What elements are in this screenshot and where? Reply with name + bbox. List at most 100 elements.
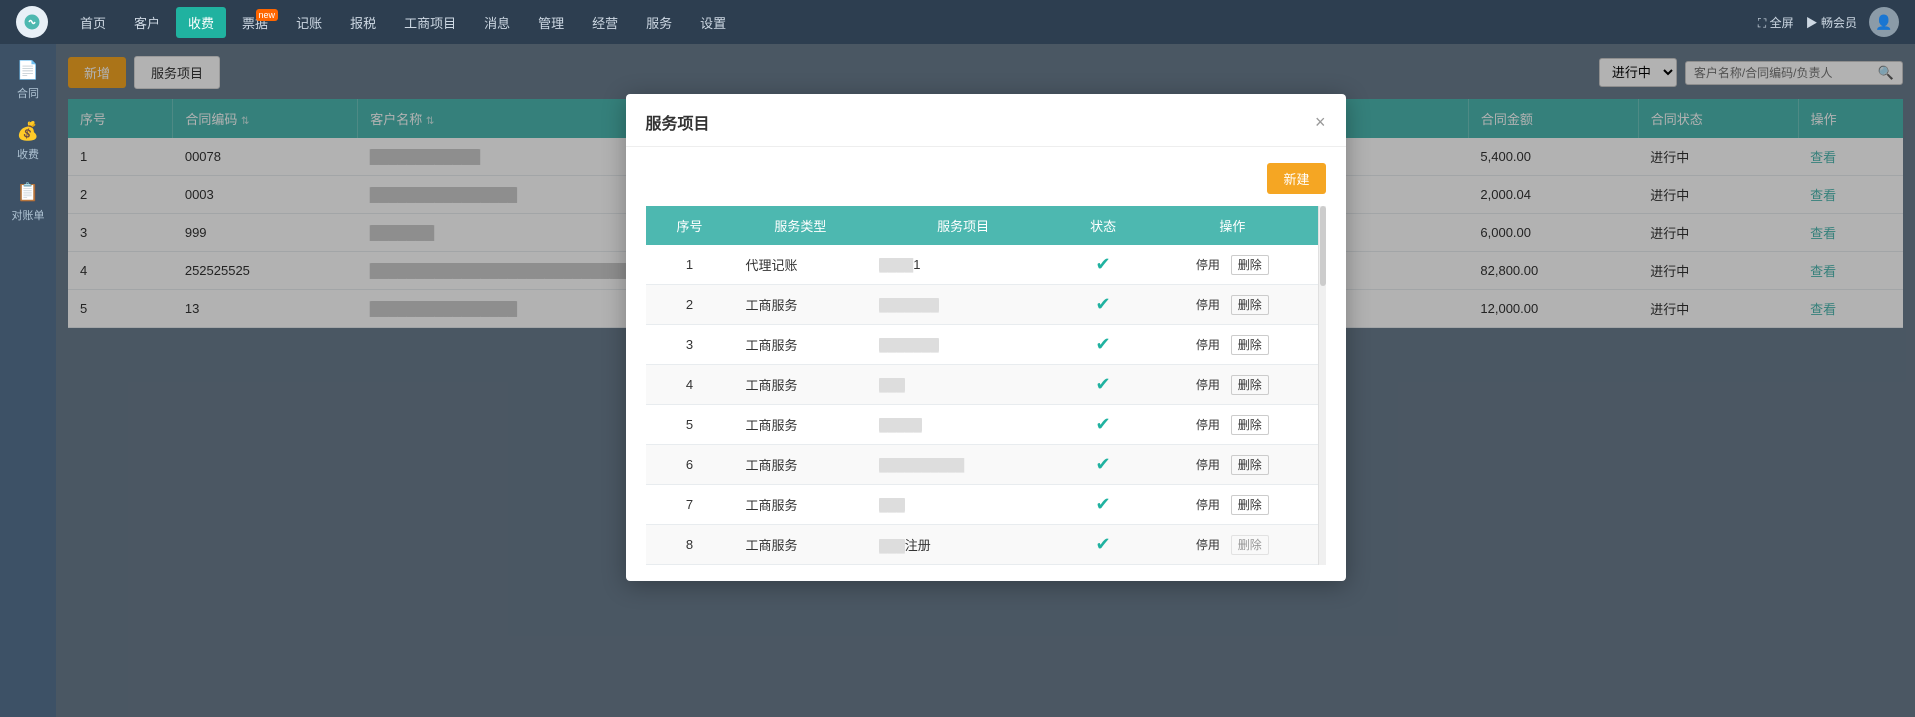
stop-button[interactable]: 停用 <box>1196 298 1220 312</box>
fullscreen-btn[interactable]: ⛶ 全屏 <box>1758 14 1794 31</box>
modal-table-row: 4 工商服务 ███ ✔ 停用 删除 <box>646 365 1318 405</box>
sidebar-item-contract[interactable]: 📄 合同 <box>4 52 52 109</box>
member-btn[interactable]: ▶ 畅会员 <box>1806 14 1857 31</box>
nav-manage[interactable]: 管理 <box>526 7 576 38</box>
modal-cell-no: 2 <box>646 285 734 325</box>
sidebar-item-billing[interactable]: 💰 收费 <box>4 113 52 170</box>
status-ok-icon: ✔ <box>1096 494 1111 514</box>
nav-bookkeeping[interactable]: 记账 <box>284 7 334 38</box>
modal-cell-item: █████ <box>867 405 1059 445</box>
delete-button[interactable]: 删除 <box>1231 535 1269 555</box>
avatar[interactable]: 👤 <box>1869 7 1899 37</box>
nav-messages[interactable]: 消息 <box>472 7 522 38</box>
modal-cell-action: 停用 删除 <box>1147 445 1317 485</box>
modal-cell-action: 停用 删除 <box>1147 285 1317 325</box>
content-area: 新增 服务项目 进行中 全部 已结束 🔍 <box>56 44 1915 717</box>
modal-cell-action: 停用 删除 <box>1147 245 1317 285</box>
nav-tax[interactable]: 报税 <box>338 7 388 38</box>
nav-billing[interactable]: 收费 <box>176 7 226 38</box>
modal-cell-status: ✔ <box>1059 445 1147 485</box>
delete-button[interactable]: 删除 <box>1231 455 1269 475</box>
delete-button[interactable]: 删除 <box>1231 495 1269 515</box>
modal-cell-no: 5 <box>646 405 734 445</box>
nav-invoice[interactable]: 票据 new <box>230 7 280 38</box>
modal-toolbar: 新建 <box>646 163 1326 194</box>
modal-cell-status: ✔ <box>1059 485 1147 525</box>
modal-cell-status: ✔ <box>1059 245 1147 285</box>
modal-col-action: 操作 <box>1147 206 1317 245</box>
modal-cell-status: ✔ <box>1059 365 1147 405</box>
modal-table-row: 5 工商服务 █████ ✔ 停用 删除 <box>646 405 1318 445</box>
stop-button[interactable]: 停用 <box>1196 378 1220 392</box>
stop-button[interactable]: 停用 <box>1196 258 1220 272</box>
status-ok-icon: ✔ <box>1096 454 1111 474</box>
delete-button[interactable]: 删除 <box>1231 295 1269 315</box>
modal-col-no: 序号 <box>646 206 734 245</box>
sidebar-label-contract: 合同 <box>17 85 39 101</box>
delete-button[interactable]: 删除 <box>1231 335 1269 355</box>
sidebar-label-billing: 收费 <box>17 146 39 162</box>
nav-settings[interactable]: 设置 <box>688 7 738 38</box>
modal-cell-action: 停用 删除 <box>1147 405 1317 445</box>
delete-button[interactable]: 删除 <box>1231 415 1269 435</box>
modal-cell-item: ███████ <box>867 325 1059 365</box>
modal-col-type: 服务类型 <box>734 206 868 245</box>
modal-cell-type: 代理记账 <box>734 245 868 285</box>
nav-service[interactable]: 服务 <box>634 7 684 38</box>
status-ok-icon: ✔ <box>1096 334 1111 354</box>
modal-cell-status: ✔ <box>1059 405 1147 445</box>
stop-button[interactable]: 停用 <box>1196 458 1220 472</box>
nav-home[interactable]: 首页 <box>68 7 118 38</box>
modal-title: 服务项目 <box>646 110 710 134</box>
nav-business[interactable]: 工商项目 <box>392 7 468 38</box>
modal-cell-action: 停用 删除 <box>1147 485 1317 525</box>
modal-cell-no: 4 <box>646 365 734 405</box>
modal-cell-type: 工商服务 <box>734 405 868 445</box>
modal-cell-status: ✔ <box>1059 285 1147 325</box>
service-modal: 服务项目 × 新建 序号 服务类型 服务项目 <box>626 94 1346 581</box>
nav-items: 首页 客户 收费 票据 new 记账 报税 工商项目 消息 管理 经营 服务 设… <box>68 7 1758 38</box>
delete-button[interactable]: 删除 <box>1231 375 1269 395</box>
modal-close-button[interactable]: × <box>1315 113 1326 131</box>
nav-right: ⛶ 全屏 ▶ 畅会员 👤 <box>1758 7 1899 37</box>
new-badge: new <box>256 9 279 21</box>
modal-cell-action: 停用 删除 <box>1147 325 1317 365</box>
stop-button[interactable]: 停用 <box>1196 338 1220 352</box>
modal-cell-item: ███████ <box>867 285 1059 325</box>
modal-cell-type: 工商服务 <box>734 365 868 405</box>
top-nav: 首页 客户 收费 票据 new 记账 报税 工商项目 消息 管理 经营 服务 设… <box>0 0 1915 44</box>
main-layout: 📄 合同 💰 收费 📋 对账单 新增 服务项目 进行中 全部 已结束 <box>0 44 1915 717</box>
stop-button[interactable]: 停用 <box>1196 498 1220 512</box>
nav-operation[interactable]: 经营 <box>580 7 630 38</box>
modal-cell-type: 工商服务 <box>734 285 868 325</box>
modal-col-item: 服务项目 <box>867 206 1059 245</box>
modal-header: 服务项目 × <box>626 94 1346 147</box>
billing-icon: 💰 <box>17 121 39 142</box>
modal-cell-status: ✔ <box>1059 525 1147 565</box>
status-ok-icon: ✔ <box>1096 294 1111 314</box>
sidebar-item-reconciliation[interactable]: 📋 对账单 <box>4 174 52 231</box>
sidebar-label-reconciliation: 对账单 <box>12 207 45 223</box>
modal-cell-item: ███ <box>867 485 1059 525</box>
modal-new-button[interactable]: 新建 <box>1267 163 1325 194</box>
modal-overlay[interactable]: 服务项目 × 新建 序号 服务类型 服务项目 <box>56 44 1915 717</box>
modal-table-row: 1 代理记账 ████1 ✔ 停用 删除 <box>646 245 1318 285</box>
status-ok-icon: ✔ <box>1096 414 1111 434</box>
stop-button[interactable]: 停用 <box>1196 538 1220 552</box>
modal-table-row: 6 工商服务 ██████████ ✔ 停用 删除 <box>646 445 1318 485</box>
service-items-table: 序号 服务类型 服务项目 状态 操作 1 代理记账 <box>646 206 1318 565</box>
scrollbar[interactable] <box>1318 206 1326 565</box>
modal-cell-action: 停用 删除 <box>1147 525 1317 565</box>
modal-col-status: 状态 <box>1059 206 1147 245</box>
delete-button[interactable]: 删除 <box>1231 255 1269 275</box>
modal-cell-action: 停用 删除 <box>1147 365 1317 405</box>
nav-customer[interactable]: 客户 <box>122 7 172 38</box>
modal-cell-item: ██████████ <box>867 445 1059 485</box>
modal-table-row: 3 工商服务 ███████ ✔ 停用 删除 <box>646 325 1318 365</box>
stop-button[interactable]: 停用 <box>1196 418 1220 432</box>
modal-cell-no: 6 <box>646 445 734 485</box>
modal-cell-no: 1 <box>646 245 734 285</box>
status-ok-icon: ✔ <box>1096 374 1111 394</box>
modal-cell-type: 工商服务 <box>734 445 868 485</box>
modal-cell-item: ███ <box>867 365 1059 405</box>
